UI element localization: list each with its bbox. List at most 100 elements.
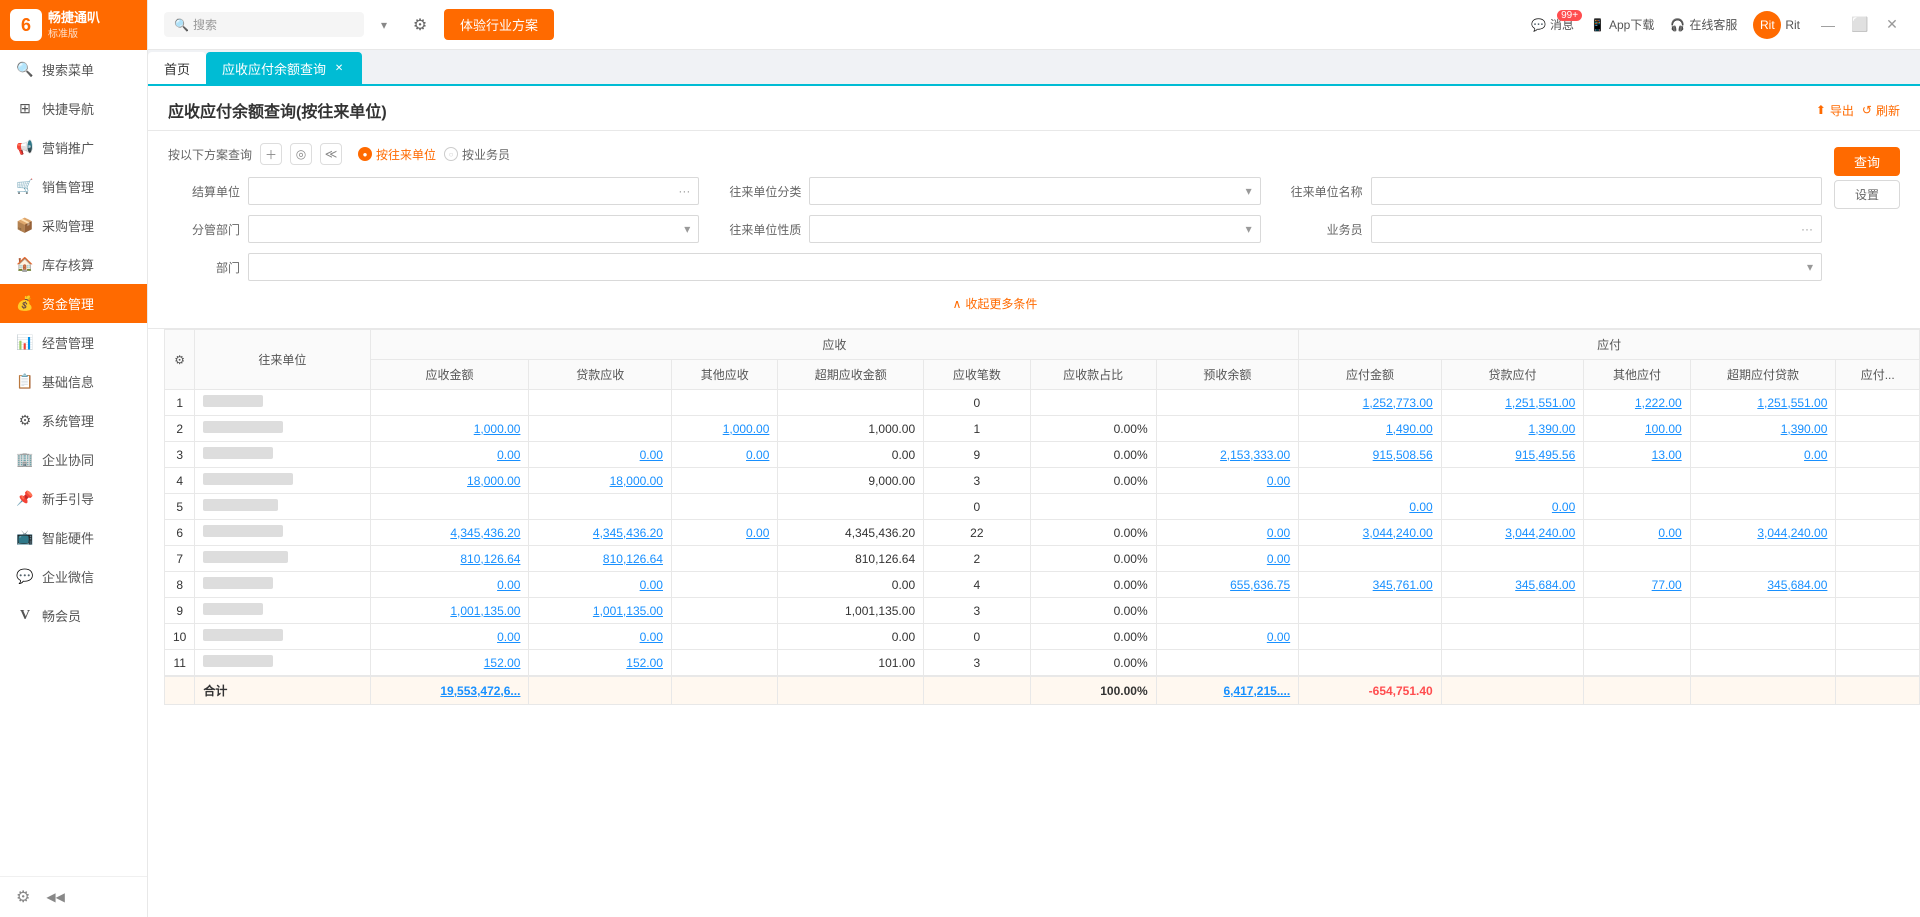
settlement-input[interactable]: ··· (248, 177, 699, 205)
row-ap-amount[interactable]: 1,490.00 (1299, 416, 1442, 442)
row-ap-overdue[interactable]: 0.00 (1690, 442, 1836, 468)
row-ap-overdue[interactable]: 1,390.00 (1690, 416, 1836, 442)
row-ar-loan[interactable]: 152.00 (529, 650, 672, 677)
row-ar-advance[interactable]: 0.00 (1156, 468, 1299, 494)
messages-button[interactable]: 💬 消息 99+ (1531, 16, 1574, 33)
sidebar-item-guide[interactable]: 📌 新手引导 (0, 479, 147, 518)
scheme-normal[interactable]: ○ 按业务员 (444, 146, 510, 163)
row-ar-loan[interactable]: 4,345,436.20 (529, 520, 672, 546)
row-ap-amount[interactable]: 915,508.56 (1299, 442, 1442, 468)
row-ap-amount[interactable]: 345,761.00 (1299, 572, 1442, 598)
topbar-search-area[interactable]: 🔍 搜索 (164, 12, 364, 37)
close-button[interactable]: ✕ (1880, 13, 1904, 37)
row-ap-overdue[interactable]: 1,251,551.00 (1690, 390, 1836, 416)
row-ar-amount[interactable]: 0.00 (370, 624, 529, 650)
sidebar-item-purchase[interactable]: 📦 采购管理 (0, 206, 147, 245)
row-ar-other[interactable]: 0.00 (671, 442, 777, 468)
sidebar-item-finance[interactable]: 💰 资金管理 (0, 284, 147, 323)
tab-query[interactable]: 应收应付余额查询 ✕ (206, 52, 362, 84)
row-ar-advance[interactable]: 0.00 (1156, 546, 1299, 572)
sidebar-item-operation[interactable]: 📊 经营管理 (0, 323, 147, 362)
row-ap-amount[interactable]: 3,044,240.00 (1299, 520, 1442, 546)
row-ap-overdue[interactable]: 3,044,240.00 (1690, 520, 1836, 546)
row-ap-loan[interactable]: 3,044,240.00 (1441, 520, 1584, 546)
query-button[interactable]: 查询 (1834, 147, 1900, 176)
gear-icon[interactable]: ⚙ (404, 9, 436, 41)
minimize-button[interactable]: — (1816, 13, 1840, 37)
row-ar-loan[interactable]: 810,126.64 (529, 546, 672, 572)
row-ar-loan[interactable]: 0.00 (529, 572, 672, 598)
sidebar-item-quick[interactable]: ⊞ 快捷导航 (0, 89, 147, 128)
sidebar-settings-icon[interactable]: ⚙ (16, 887, 30, 907)
row-ap-loan[interactable]: 1,251,551.00 (1441, 390, 1584, 416)
scheme-active[interactable]: ● 按往来单位 (358, 146, 436, 163)
row-ap-loan[interactable]: 345,684.00 (1441, 572, 1584, 598)
partner-name-input[interactable] (1371, 177, 1822, 205)
dept-select[interactable]: ▾ (248, 215, 699, 243)
row-ap-loan[interactable]: 1,390.00 (1441, 416, 1584, 442)
tab-home[interactable]: 首页 (148, 52, 206, 84)
row-ar-loan[interactable]: 0.00 (529, 442, 672, 468)
row-ar-amount[interactable]: 0.00 (370, 572, 529, 598)
row-ap-amount[interactable]: 1,252,773.00 (1299, 390, 1442, 416)
dropdown-icon[interactable]: ▾ (372, 13, 396, 37)
collapse-button[interactable]: ∧ 收起更多条件 (941, 291, 1050, 316)
row-ar-loan[interactable]: 0.00 (529, 624, 672, 650)
row-ar-amount[interactable]: 18,000.00 (370, 468, 529, 494)
footer-ar-advance[interactable]: 6,417,215.... (1156, 676, 1299, 705)
row-ar-other[interactable]: 1,000.00 (671, 416, 777, 442)
sidebar-collapse-icon[interactable]: ◀◀ (46, 890, 64, 904)
table-header-gear[interactable]: ⚙ (165, 330, 195, 390)
sidebar-item-search[interactable]: 🔍 搜索菜单 (0, 50, 147, 89)
setting-button[interactable]: 设置 (1834, 180, 1900, 209)
row-ar-advance[interactable]: 0.00 (1156, 520, 1299, 546)
row-ar-amount[interactable]: 152.00 (370, 650, 529, 677)
row-ap-other[interactable]: 0.00 (1584, 520, 1690, 546)
partner-nature-select[interactable]: ▾ (809, 215, 1260, 243)
row-ap-other[interactable]: 100.00 (1584, 416, 1690, 442)
sidebar-item-wechat[interactable]: 💬 企业微信 (0, 557, 147, 596)
user-avatar[interactable]: Rit Rit (1753, 11, 1800, 39)
export-button[interactable]: ⬆ 导出 (1816, 102, 1854, 119)
app-download-button[interactable]: 📱 App下载 (1590, 16, 1654, 33)
filter-add-button[interactable]: ＋ (260, 143, 282, 165)
department-select[interactable]: ▾ (248, 253, 1822, 281)
row-ap-loan[interactable]: 0.00 (1441, 494, 1584, 520)
sidebar-item-hardware[interactable]: 📺 智能硬件 (0, 518, 147, 557)
row-ar-loan[interactable]: 1,001,135.00 (529, 598, 672, 624)
row-ar-amount[interactable]: 1,000.00 (370, 416, 529, 442)
sidebar-item-corp[interactable]: 🏢 企业协同 (0, 440, 147, 479)
sidebar-item-inventory[interactable]: 🏠 库存核算 (0, 245, 147, 284)
row-ar-loan[interactable]: 18,000.00 (529, 468, 672, 494)
row-ar-advance[interactable]: 655,636.75 (1156, 572, 1299, 598)
solution-button[interactable]: 体验行业方案 (444, 9, 554, 40)
maximize-button[interactable]: ⬜ (1848, 13, 1872, 37)
row-ap-other[interactable]: 13.00 (1584, 442, 1690, 468)
online-service-button[interactable]: 🎧 在线客服 (1670, 16, 1737, 33)
sidebar-item-member[interactable]: V 畅会员 (0, 596, 147, 635)
row-ap-amount[interactable]: 0.00 (1299, 494, 1442, 520)
sidebar-item-system[interactable]: ⚙ 系统管理 (0, 401, 147, 440)
refresh-button[interactable]: ↺ 刷新 (1862, 102, 1900, 119)
row-ar-amount[interactable]: 810,126.64 (370, 546, 529, 572)
row-ar-amount[interactable]: 1,001,135.00 (370, 598, 529, 624)
row-ap-overdue[interactable]: 345,684.00 (1690, 572, 1836, 598)
sidebar-item-base[interactable]: 📋 基础信息 (0, 362, 147, 401)
main-content: 应收应付余额查询(按往来单位) ⬆ 导出 ↺ 刷新 按以下方案查询 ＋ ◎ ≪ (148, 86, 1920, 917)
row-ar-other[interactable]: 0.00 (671, 520, 777, 546)
filter-collapse-button[interactable]: ≪ (320, 143, 342, 165)
row-ap-other[interactable]: 77.00 (1584, 572, 1690, 598)
sidebar-item-marketing[interactable]: 📢 营销推广 (0, 128, 147, 167)
row-ar-advance[interactable]: 2,153,333.00 (1156, 442, 1299, 468)
category-select[interactable]: ▾ (809, 177, 1260, 205)
row-ar-amount[interactable]: 0.00 (370, 442, 529, 468)
filter-target-button[interactable]: ◎ (290, 143, 312, 165)
salesman-input[interactable]: ··· (1371, 215, 1822, 243)
row-ar-amount[interactable]: 4,345,436.20 (370, 520, 529, 546)
sidebar-item-sales[interactable]: 🛒 销售管理 (0, 167, 147, 206)
row-ap-loan[interactable]: 915,495.56 (1441, 442, 1584, 468)
row-ap-other[interactable]: 1,222.00 (1584, 390, 1690, 416)
row-ar-advance[interactable]: 0.00 (1156, 624, 1299, 650)
tab-close-icon[interactable]: ✕ (332, 61, 346, 75)
footer-ar-total[interactable]: 19,553,472,6... (370, 676, 529, 705)
